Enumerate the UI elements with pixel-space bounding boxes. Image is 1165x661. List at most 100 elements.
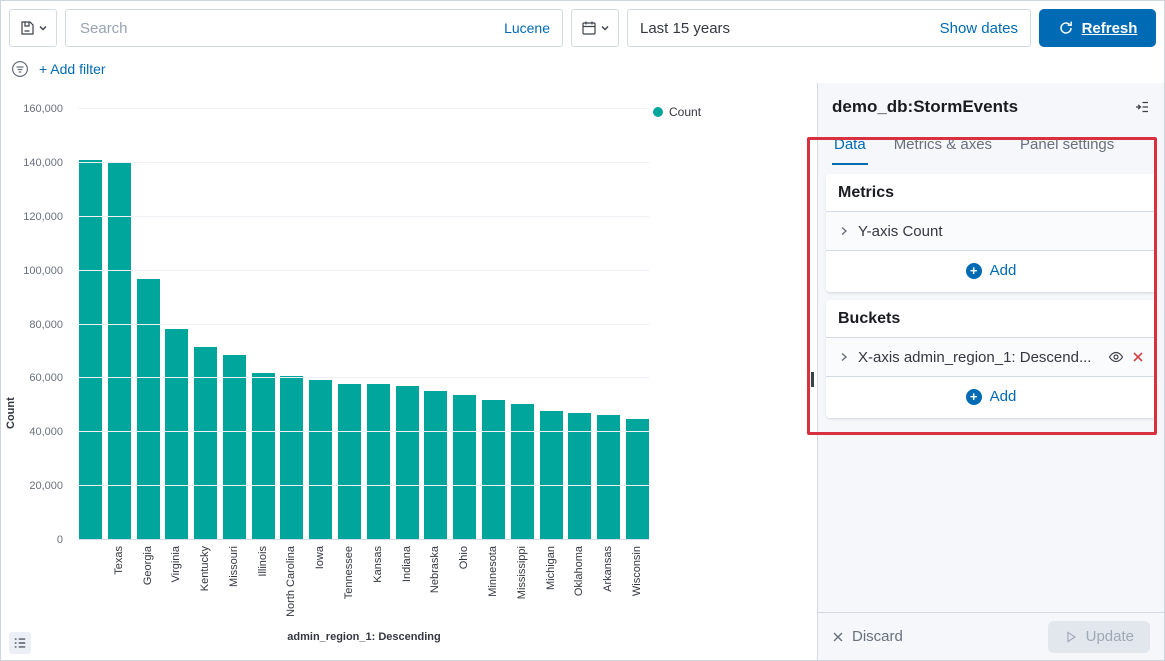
tab-data[interactable]: Data [832,130,868,165]
x-tick-slot: Virginia [165,546,188,617]
bar[interactable] [597,415,620,540]
x-tick-slot: Texas [108,546,131,617]
x-tick-slot: Kansas [367,546,390,617]
panel-header: demo_db:StormEvents [818,83,1164,128]
update-button[interactable]: Update [1048,621,1150,653]
x-tick-slot: Nebraska [424,546,447,617]
x-tick-label: Missouri [229,546,240,587]
filter-options-button[interactable] [11,60,29,78]
bar[interactable] [165,329,188,540]
panel-resizer-handle[interactable] [811,372,814,387]
bar[interactable] [79,160,102,540]
plot-area [79,109,649,540]
bucket-row-label: X-axis admin_region_1: Descend... [858,349,1100,366]
x-tick-label: Iowa [315,546,326,569]
saved-query-icon [19,20,35,36]
bar[interactable] [280,376,303,540]
refresh-icon [1058,20,1074,36]
x-tick-slot [79,546,102,617]
add-bucket-button[interactable]: + Add [966,388,1017,405]
legend-item-count[interactable]: Count [669,105,701,119]
date-picker-menu-button[interactable] [571,9,619,47]
collapse-panel-button[interactable] [1134,99,1150,115]
x-tick-slot: Iowa [309,546,332,617]
x-tick-slot: Ohio [453,546,476,617]
x-tick-label: Texas [114,546,125,575]
x-tick-slot: Indiana [396,546,419,617]
metric-yaxis-row[interactable]: Y-axis Count [826,211,1156,251]
plus-icon: + [966,263,982,279]
bar[interactable] [338,384,361,540]
add-metric-button[interactable]: + Add [966,262,1017,279]
buckets-heading: Buckets [826,300,1156,337]
x-axis-title: admin_region_1: Descending [79,631,649,643]
editor-side-panel: demo_db:StormEvents Data Metrics & axes … [817,83,1164,660]
refresh-button[interactable]: Refresh [1039,9,1156,47]
query-language-button[interactable]: Lucene [504,20,550,36]
chevron-right-icon [838,351,850,363]
gridline [79,270,649,271]
bar[interactable] [108,163,131,540]
y-tick-label: 140,000 [23,157,63,169]
y-tick-label: 0 [57,534,63,546]
legend-toggle-button[interactable] [9,632,31,654]
top-toolbar: Lucene Last 15 years Show dates Refresh [1,1,1164,55]
saved-query-menu-button[interactable] [9,9,57,47]
date-range-label[interactable]: Last 15 years [640,20,730,37]
add-filter-button[interactable]: + Add filter [39,61,106,77]
show-dates-button[interactable]: Show dates [940,20,1018,37]
x-tick-slot: Michigan [540,546,563,617]
x-tick-slot: Oklahoma [568,546,591,617]
bar[interactable] [223,355,246,540]
bar[interactable] [482,400,505,540]
bucket-xaxis-row[interactable]: X-axis admin_region_1: Descend... [826,337,1156,377]
x-tick-slot: Georgia [137,546,160,617]
filter-bar: + Add filter [1,55,1164,83]
y-axis-ticks: 020,00040,00060,00080,000100,000120,0001… [1,109,71,540]
bar[interactable] [453,395,476,540]
bar[interactable] [540,411,563,540]
metrics-heading: Metrics [826,174,1156,211]
bar[interactable] [137,279,160,540]
y-tick-label: 80,000 [29,319,63,331]
bar[interactable] [396,386,419,540]
update-label: Update [1086,628,1134,645]
gridline [79,216,649,217]
discard-label: Discard [852,628,903,645]
bar[interactable] [424,391,447,541]
chevron-right-icon [838,225,850,237]
discard-icon [832,631,844,643]
buckets-add-row: + Add [826,377,1156,418]
bar[interactable] [511,404,534,540]
bar[interactable] [626,419,649,540]
bar[interactable] [252,373,275,540]
editor-footer: Discard Update [818,612,1164,660]
x-axis-labels: TexasGeorgiaVirginiaKentuckyMissouriIlli… [79,546,649,617]
search-input[interactable] [78,19,496,38]
toggle-bucket-visibility-button[interactable] [1108,349,1124,365]
query-bar: Lucene [65,9,563,47]
x-tick-slot: Minnesota [482,546,505,617]
y-tick-label: 40,000 [29,426,63,438]
bar[interactable] [194,347,217,540]
bar[interactable] [309,380,332,540]
calendar-icon [581,20,597,36]
bar[interactable] [568,413,591,540]
x-tick-slot: Missouri [223,546,246,617]
bar[interactable] [367,384,390,540]
tab-metrics-axes[interactable]: Metrics & axes [892,130,994,165]
tab-panel-settings[interactable]: Panel settings [1018,130,1116,165]
metrics-section: Metrics Y-axis Count + Add [826,174,1156,292]
x-tick-label: North Carolina [286,546,297,617]
x-tick-slot: Illinois [252,546,275,617]
legend-dot-icon [653,107,663,117]
x-tick-label: Kansas [373,546,384,583]
editor-tabs: Data Metrics & axes Panel settings [818,128,1164,166]
x-tick-slot: Arkansas [597,546,620,617]
remove-bucket-button[interactable] [1132,351,1144,363]
plus-icon: + [966,389,982,405]
x-tick-label: Arkansas [603,546,614,592]
discard-button[interactable]: Discard [832,628,903,645]
gridline [79,377,649,378]
chevron-down-icon [600,23,610,33]
